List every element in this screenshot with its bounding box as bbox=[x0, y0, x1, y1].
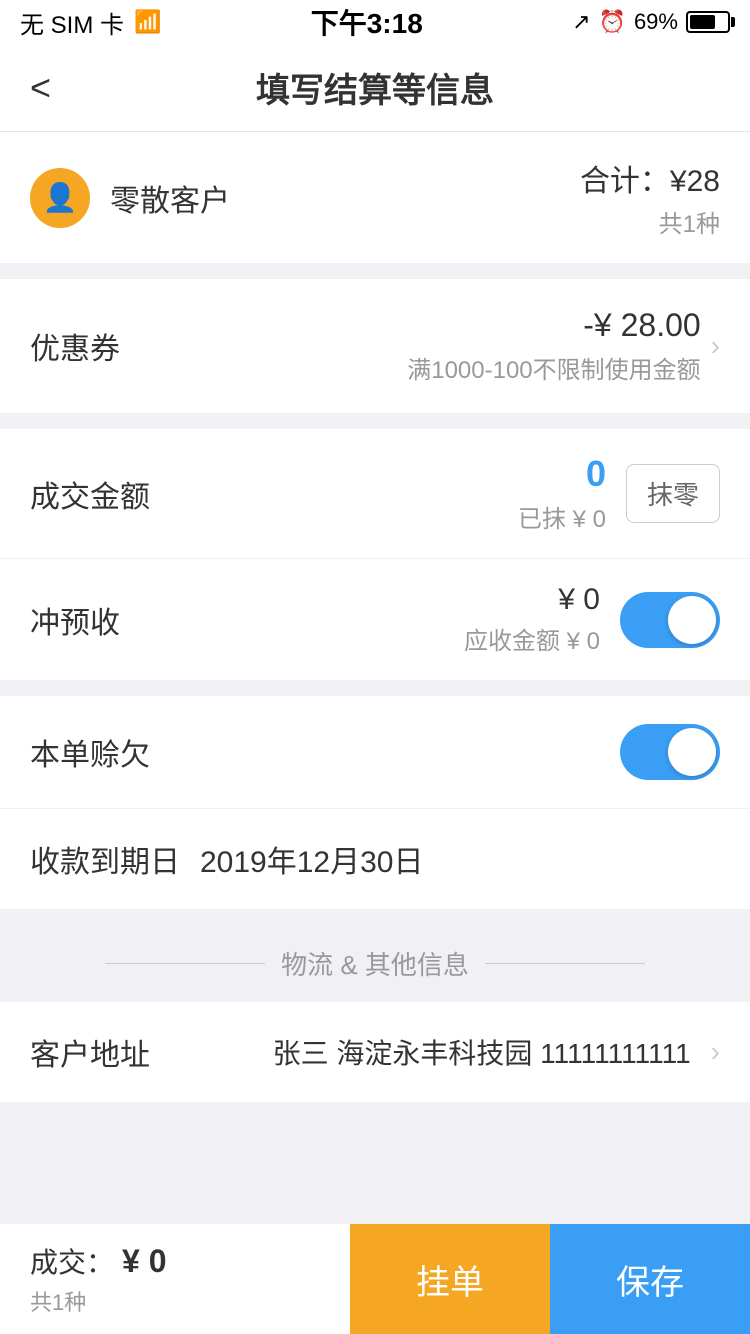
prereceive-amount: ¥ 0 bbox=[464, 583, 600, 617]
logistics-title: 物流 & 其他信息 bbox=[281, 945, 469, 982]
prereceive-label: 冲预收 bbox=[30, 598, 120, 642]
avatar-icon: 👤 bbox=[43, 181, 78, 214]
amount-input-area: 0 已抹 ¥ 0 bbox=[518, 453, 606, 534]
debt-label: 本单赊欠 bbox=[30, 730, 150, 774]
bottom-count: 共1种 bbox=[30, 1285, 320, 1317]
prereceive-toggle[interactable] bbox=[620, 592, 720, 648]
debt-toggle-knob bbox=[668, 728, 716, 776]
page-title: 填写结算等信息 bbox=[256, 63, 494, 112]
customer-right: 合计：¥28 共1种 bbox=[580, 156, 720, 239]
coupon-amount: -¥ 28.00 bbox=[407, 307, 700, 344]
total-count: 共1种 bbox=[580, 204, 720, 239]
address-right: 张三 海淀永丰科技园 11111111111 › bbox=[273, 1032, 720, 1072]
address-label: 客户地址 bbox=[30, 1030, 150, 1074]
logistics-line-right bbox=[485, 963, 645, 964]
prereceive-row: 冲预收 ¥ 0 应收金额 ¥ 0 bbox=[0, 559, 750, 680]
hold-button[interactable]: 挂单 bbox=[350, 1224, 550, 1334]
prereceive-sub: 应收金额 ¥ 0 bbox=[464, 621, 600, 656]
location-icon: ↗ bbox=[572, 9, 590, 35]
save-button[interactable]: 保存 bbox=[550, 1224, 750, 1334]
content: 👤 零散客户 合计：¥28 共1种 优惠券 -¥ 28.00 满1000-100… bbox=[0, 132, 750, 1238]
address-chevron-icon: › bbox=[711, 1036, 720, 1068]
coupon-right: -¥ 28.00 满1000-100不限制使用金额 › bbox=[407, 307, 720, 385]
coupon-desc: 满1000-100不限制使用金额 bbox=[407, 350, 700, 385]
due-date-value: 2019年12月30日 bbox=[200, 837, 423, 881]
status-bar: 无 SIM 卡 📶 下午3:18 ↗ ⏰ 69% bbox=[0, 0, 750, 44]
status-time: 下午3:18 bbox=[311, 2, 423, 42]
amount-row-right: 0 已抹 ¥ 0 抹零 bbox=[518, 453, 720, 534]
bottom-deal-amount: ¥ 0 bbox=[122, 1243, 166, 1280]
debt-section: 本单赊欠 收款到期日 2019年12月30日 bbox=[0, 696, 750, 909]
due-date-label: 收款到期日 bbox=[30, 837, 180, 881]
bottom-info: 成交： ¥ 0 共1种 bbox=[0, 1241, 350, 1317]
battery-fill bbox=[690, 15, 715, 29]
transaction-amount-row: 成交金额 0 已抹 ¥ 0 抹零 bbox=[0, 429, 750, 559]
battery-icon bbox=[686, 11, 730, 33]
bottom-bar: 成交： ¥ 0 共1种 挂单 保存 bbox=[0, 1224, 750, 1334]
customer-left: 👤 零散客户 bbox=[30, 168, 230, 228]
bottom-deal-row: 成交： ¥ 0 bbox=[30, 1241, 320, 1281]
logistics-line-left bbox=[105, 963, 265, 964]
due-date-row[interactable]: 收款到期日 2019年12月30日 bbox=[0, 808, 750, 909]
wifi-icon: 📶 bbox=[134, 9, 161, 35]
address-value: 张三 海淀永丰科技园 11111111111 bbox=[273, 1032, 691, 1072]
toggle-knob bbox=[668, 596, 716, 644]
alarm-icon: ⏰ bbox=[599, 9, 626, 35]
transaction-section: 成交金额 0 已抹 ¥ 0 抹零 冲预收 ¥ 0 应收金额 ¥ 0 bbox=[0, 429, 750, 680]
transaction-label: 成交金额 bbox=[30, 472, 150, 516]
customer-name: 零散客户 bbox=[110, 176, 230, 220]
logistics-header: 物流 & 其他信息 bbox=[0, 925, 750, 1002]
battery-percent: 69% bbox=[634, 9, 678, 35]
debt-row: 本单赊欠 bbox=[0, 696, 750, 808]
status-left: 无 SIM 卡 📶 bbox=[20, 5, 161, 40]
avatar: 👤 bbox=[30, 168, 90, 228]
prereceive-info: ¥ 0 应收金额 ¥ 0 bbox=[464, 583, 600, 656]
coupon-section: 优惠券 -¥ 28.00 满1000-100不限制使用金额 › bbox=[0, 279, 750, 413]
debt-toggle[interactable] bbox=[620, 724, 720, 780]
round-zero-button[interactable]: 抹零 bbox=[626, 464, 720, 523]
customer-row: 👤 零散客户 合计：¥28 共1种 bbox=[0, 132, 750, 263]
logistics-title-row: 物流 & 其他信息 bbox=[30, 945, 720, 982]
amount-value[interactable]: 0 bbox=[518, 453, 606, 495]
coupon-row[interactable]: 优惠券 -¥ 28.00 满1000-100不限制使用金额 › bbox=[0, 279, 750, 413]
coupon-info: -¥ 28.00 满1000-100不限制使用金额 bbox=[407, 307, 700, 385]
carrier-text: 无 SIM 卡 bbox=[20, 5, 124, 40]
back-button[interactable]: < bbox=[30, 67, 90, 109]
coupon-label: 优惠券 bbox=[30, 324, 120, 368]
total-amount: 合计：¥28 bbox=[580, 156, 720, 200]
address-row[interactable]: 客户地址 张三 海淀永丰科技园 11111111111 › bbox=[0, 1002, 750, 1102]
status-right: ↗ ⏰ 69% bbox=[572, 9, 730, 35]
chevron-right-icon: › bbox=[711, 330, 720, 362]
nav-bar: < 填写结算等信息 bbox=[0, 44, 750, 132]
amount-sub: 已抹 ¥ 0 bbox=[518, 499, 606, 534]
prereceive-right: ¥ 0 应收金额 ¥ 0 bbox=[464, 583, 720, 656]
bottom-deal-label: 成交： bbox=[30, 1241, 114, 1281]
